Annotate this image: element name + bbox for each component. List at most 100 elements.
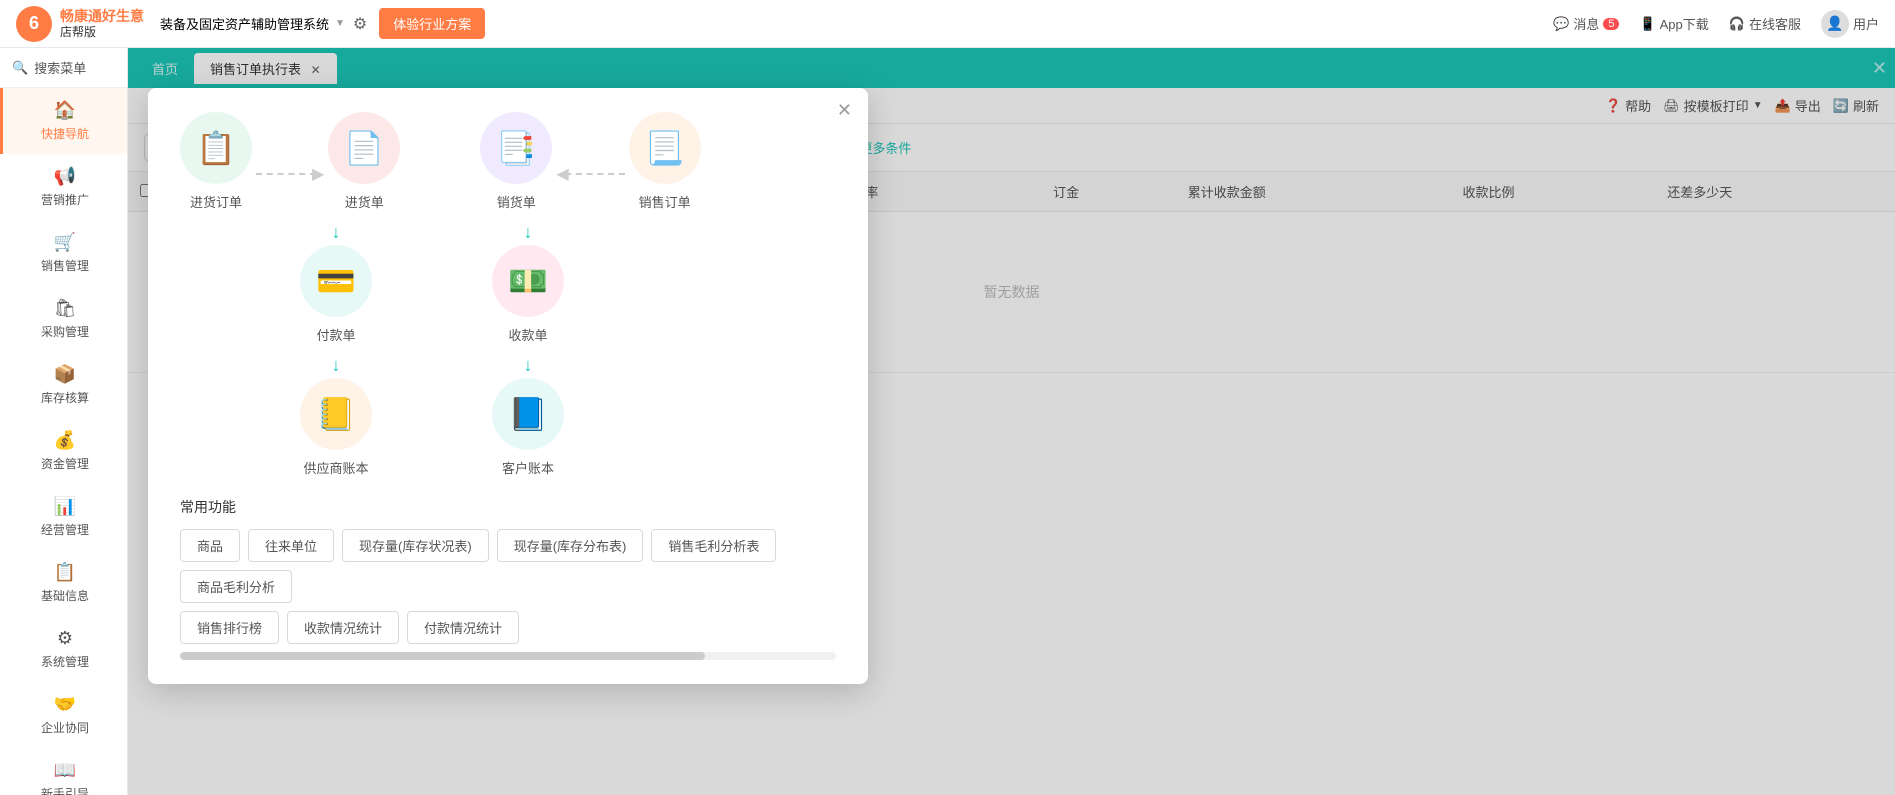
flow-col-pay: ↓ 💳 付款单 (300, 219, 372, 344)
scroll-track (180, 652, 836, 660)
func-btn-counterparty[interactable]: 往来单位 (248, 529, 334, 562)
purchase-icon: 🛍 (54, 298, 77, 319)
flow-col-receive: ↓ 💵 收款单 (492, 219, 564, 344)
logo-text: 畅康通好生意 店帮版 (60, 7, 144, 41)
func-btn-sales-profit[interactable]: 销售毛利分析表 (651, 529, 776, 562)
receive-circle: 💵 (492, 245, 564, 317)
finance-icon: 💰 (54, 430, 76, 451)
purchase-bill-label: 进货单 (345, 192, 384, 211)
flow-row-3: ↓ 📒 供应商账本 ↓ 📘 (180, 352, 836, 477)
supplier-ledger-circle: 📒 (300, 378, 372, 450)
inventory-icon: 📦 (54, 364, 76, 385)
sales-icon: 🛒 (54, 232, 76, 253)
search-menu[interactable]: 🔍 搜索菜单 (0, 48, 127, 88)
search-menu-label: 搜索菜单 (34, 58, 86, 77)
arrow-down-3: ↓ (332, 352, 341, 378)
func-btn-product-profit[interactable]: 商品毛利分析 (180, 570, 292, 603)
gear-button[interactable]: ⚙ (353, 14, 367, 34)
sidebar-label-enterprise: 企业协同 (41, 719, 89, 736)
flow-item-purchase-order: 📋 进货订单 (180, 112, 252, 211)
top-right: 💬 消息 5 📱 App下载 🎧 在线客服 👤 用户 (1553, 10, 1879, 38)
sidebar-item-quick-guide[interactable]: 🏠 快捷导航 (0, 88, 127, 154)
func-btn-receipt-stats[interactable]: 收款情况统计 (287, 611, 399, 644)
sales-order-circle: 📃 (629, 112, 701, 184)
logo-icon: 6 (16, 6, 52, 42)
online-service-label: 在线客服 (1749, 14, 1801, 33)
message-badge: 5 (1603, 18, 1619, 30)
flow-item-sales-bill: 📑 销货单 (480, 112, 552, 211)
func-btns-row1: 商品 往来单位 现存量(库存状况表) 现存量(库存分布表) 销售毛利分析表 商品… (180, 529, 836, 603)
app-icon: 📱 (1639, 16, 1655, 32)
sidebar-item-system[interactable]: ⚙ 系统管理 (0, 616, 127, 682)
modal-close-button[interactable]: ✕ (837, 100, 852, 121)
modal-overlay: ✕ 📋 进货订单 ▶ (128, 48, 1895, 795)
marketing-icon: 📢 (54, 166, 76, 187)
dropdown-icon[interactable]: ▼ (335, 18, 345, 29)
sidebar-item-sales[interactable]: 🛒 销售管理 (0, 220, 127, 286)
quick-guide-icon: 🏠 (54, 100, 76, 121)
user-avatar: 👤 (1821, 10, 1849, 38)
sidebar-label-inventory: 库存核算 (41, 389, 89, 406)
system-name: 装备及固定资产辅助管理系统 (160, 14, 329, 33)
sales-bill-circle: 📑 (480, 112, 552, 184)
arrow-2: ◀ (556, 140, 624, 184)
sidebar-label-quick-guide: 快捷导航 (41, 125, 89, 142)
arrow-down-2: ↓ (524, 219, 533, 245)
logo-area: 6 畅康通好生意 店帮版 (16, 6, 144, 42)
message-icon: 💬 (1553, 16, 1569, 32)
brand-sub: 店帮版 (60, 25, 144, 41)
message-item[interactable]: 💬 消息 5 (1553, 14, 1619, 33)
top-bar: 6 畅康通好生意 店帮版 装备及固定资产辅助管理系统 ▼ ⚙ 体验行业方案 💬 … (0, 0, 1895, 48)
trial-button[interactable]: 体验行业方案 (379, 8, 485, 39)
func-btn-sales-rank[interactable]: 销售排行榜 (180, 611, 279, 644)
sidebar-label-purchase: 采购管理 (41, 323, 89, 340)
sidebar-item-purchase[interactable]: 🛍 采购管理 (0, 286, 127, 352)
brand-main: 畅康通好生意 (60, 7, 144, 25)
receive-label: 收款单 (508, 325, 547, 344)
flow-row-1: 📋 进货订单 ▶ 📄 进货单 (180, 112, 836, 211)
pay-circle: 💳 (300, 245, 372, 317)
sales-order-label: 销售订单 (639, 192, 691, 211)
user-area[interactable]: 👤 用户 (1821, 10, 1879, 38)
modal-box: ✕ 📋 进货订单 ▶ (148, 88, 868, 684)
func-btn-product[interactable]: 商品 (180, 529, 240, 562)
sales-bill-label: 销货单 (497, 192, 536, 211)
search-icon: 🔍 (12, 60, 28, 76)
flow-row-2: ↓ 💳 付款单 ↓ 💵 (180, 219, 836, 344)
sidebar: 🔍 搜索菜单 🏠 快捷导航 📢 营销推广 🛒 销售管理 🛍 采购管理 📦 (0, 48, 128, 795)
sidebar-label-finance: 资金管理 (41, 455, 89, 472)
arrow-1: ▶ (256, 140, 324, 184)
main-area: 🔍 搜索菜单 🏠 快捷导航 📢 营销推广 🛒 销售管理 🛍 采购管理 📦 (0, 48, 1895, 795)
purchase-bill-circle: 📄 (328, 112, 400, 184)
arrow-down-1: ↓ (332, 219, 341, 245)
scroll-thumb[interactable] (180, 652, 705, 660)
sidebar-label-sales: 销售管理 (41, 257, 89, 274)
newbie-icon: 📖 (54, 760, 76, 781)
user-name: 用户 (1853, 14, 1879, 33)
pay-label: 付款单 (316, 325, 355, 344)
arrow-down-4: ↓ (524, 352, 533, 378)
func-btns-row2: 销售排行榜 收款情况统计 付款情况统计 (180, 611, 836, 644)
sidebar-item-newbie[interactable]: 📖 新手引导 (0, 748, 127, 795)
sidebar-item-inventory[interactable]: 📦 库存核算 (0, 352, 127, 418)
flow-item-customer-ledger: 📘 客户账本 (492, 378, 564, 477)
basic-info-icon: 📋 (54, 562, 76, 583)
sidebar-item-operations[interactable]: 📊 经营管理 (0, 484, 127, 550)
flow-col-customer: ↓ 📘 客户账本 (492, 352, 564, 477)
sidebar-item-marketing[interactable]: 📢 营销推广 (0, 154, 127, 220)
sidebar-item-enterprise[interactable]: 🤝 企业协同 (0, 682, 127, 748)
online-service-item[interactable]: 🎧 在线客服 (1729, 14, 1801, 33)
purchase-order-circle: 📋 (180, 112, 252, 184)
func-btn-stock-dist[interactable]: 现存量(库存分布表) (497, 529, 644, 562)
supplier-ledger-label: 供应商账本 (303, 458, 368, 477)
app-download-item[interactable]: 📱 App下载 (1639, 14, 1708, 33)
func-btn-payment-stats[interactable]: 付款情况统计 (407, 611, 519, 644)
flow-col-supplier: ↓ 📒 供应商账本 (300, 352, 372, 477)
sidebar-label-operations: 经营管理 (41, 521, 89, 538)
customer-ledger-circle: 📘 (492, 378, 564, 450)
purchase-order-label: 进货订单 (190, 192, 242, 211)
sidebar-label-newbie: 新手引导 (41, 785, 89, 795)
func-btn-stock-status[interactable]: 现存量(库存状况表) (342, 529, 489, 562)
sidebar-item-basic-info[interactable]: 📋 基础信息 (0, 550, 127, 616)
sidebar-item-finance[interactable]: 💰 资金管理 (0, 418, 127, 484)
